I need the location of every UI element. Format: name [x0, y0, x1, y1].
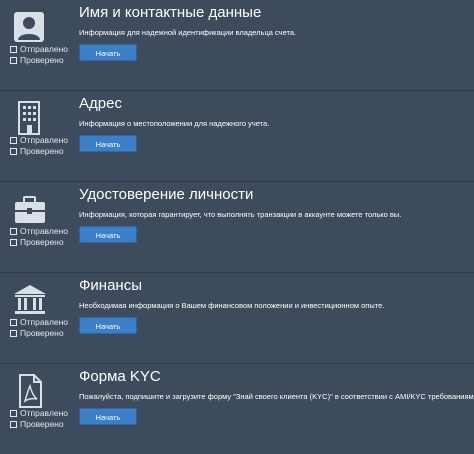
checked-checkbox	[10, 148, 17, 155]
section-description: Пожалуйста, подпишите и загрузите форму …	[79, 392, 474, 401]
status-list: Отправлено Проверено	[10, 317, 68, 339]
start-button[interactable]: Начать	[79, 44, 137, 61]
checked-checkbox	[10, 421, 17, 428]
section-title: Адрес	[79, 95, 122, 112]
start-button[interactable]: Начать	[79, 408, 137, 425]
section-contact: Отправлено Проверено Имя и контактные да…	[0, 0, 474, 91]
checked-checkbox	[10, 57, 17, 64]
status-list: Отправлено Проверено	[10, 408, 68, 430]
section-title: Имя и контактные данные	[79, 4, 262, 21]
status-list: Отправлено Проверено	[10, 135, 68, 157]
section-title: Удостоверение личности	[79, 186, 254, 203]
status-checked: Проверено	[20, 146, 64, 156]
user-icon	[12, 10, 48, 44]
status-sent: Отправлено	[20, 226, 68, 236]
sent-checkbox	[10, 410, 17, 417]
sent-checkbox	[10, 137, 17, 144]
section-description: Информация для надежной идентификации вл…	[79, 28, 297, 37]
sent-checkbox	[10, 46, 17, 53]
start-button[interactable]: Начать	[79, 226, 137, 243]
section-finance: Отправлено Проверено Финансы Необходимая…	[0, 273, 474, 364]
status-list: Отправлено Проверено	[10, 226, 68, 248]
status-sent: Отправлено	[20, 317, 68, 327]
sent-checkbox	[10, 319, 17, 326]
start-button[interactable]: Начать	[79, 135, 137, 152]
section-description: Информация о местоположении для надежног…	[79, 119, 270, 128]
checked-checkbox	[10, 239, 17, 246]
status-checked: Проверено	[20, 328, 64, 338]
status-checked: Проверено	[20, 419, 64, 429]
section-address: Отправлено Проверено Адрес Информация о …	[0, 91, 474, 182]
section-title: Финансы	[79, 277, 142, 294]
sent-checkbox	[10, 228, 17, 235]
section-description: Информация, которая гарантирует, что вып…	[79, 210, 402, 219]
start-button[interactable]: Начать	[79, 317, 137, 334]
status-checked: Проверено	[20, 237, 64, 247]
building-icon	[12, 101, 48, 135]
section-kyc: Отправлено Проверено Форма KYC Пожалуйст…	[0, 364, 474, 454]
status-sent: Отправлено	[20, 44, 68, 54]
pdf-document-icon	[12, 374, 48, 408]
checked-checkbox	[10, 330, 17, 337]
status-sent: Отправлено	[20, 408, 68, 418]
section-identity: Отправлено Проверено Удостоверение лично…	[0, 182, 474, 273]
status-list: Отправлено Проверено	[10, 44, 68, 66]
section-description: Необходимая информация о Вашем финансово…	[79, 301, 385, 310]
section-title: Форма KYC	[79, 368, 161, 385]
briefcase-icon	[12, 192, 48, 226]
bank-icon	[12, 283, 48, 317]
status-checked: Проверено	[20, 55, 64, 65]
status-sent: Отправлено	[20, 135, 68, 145]
